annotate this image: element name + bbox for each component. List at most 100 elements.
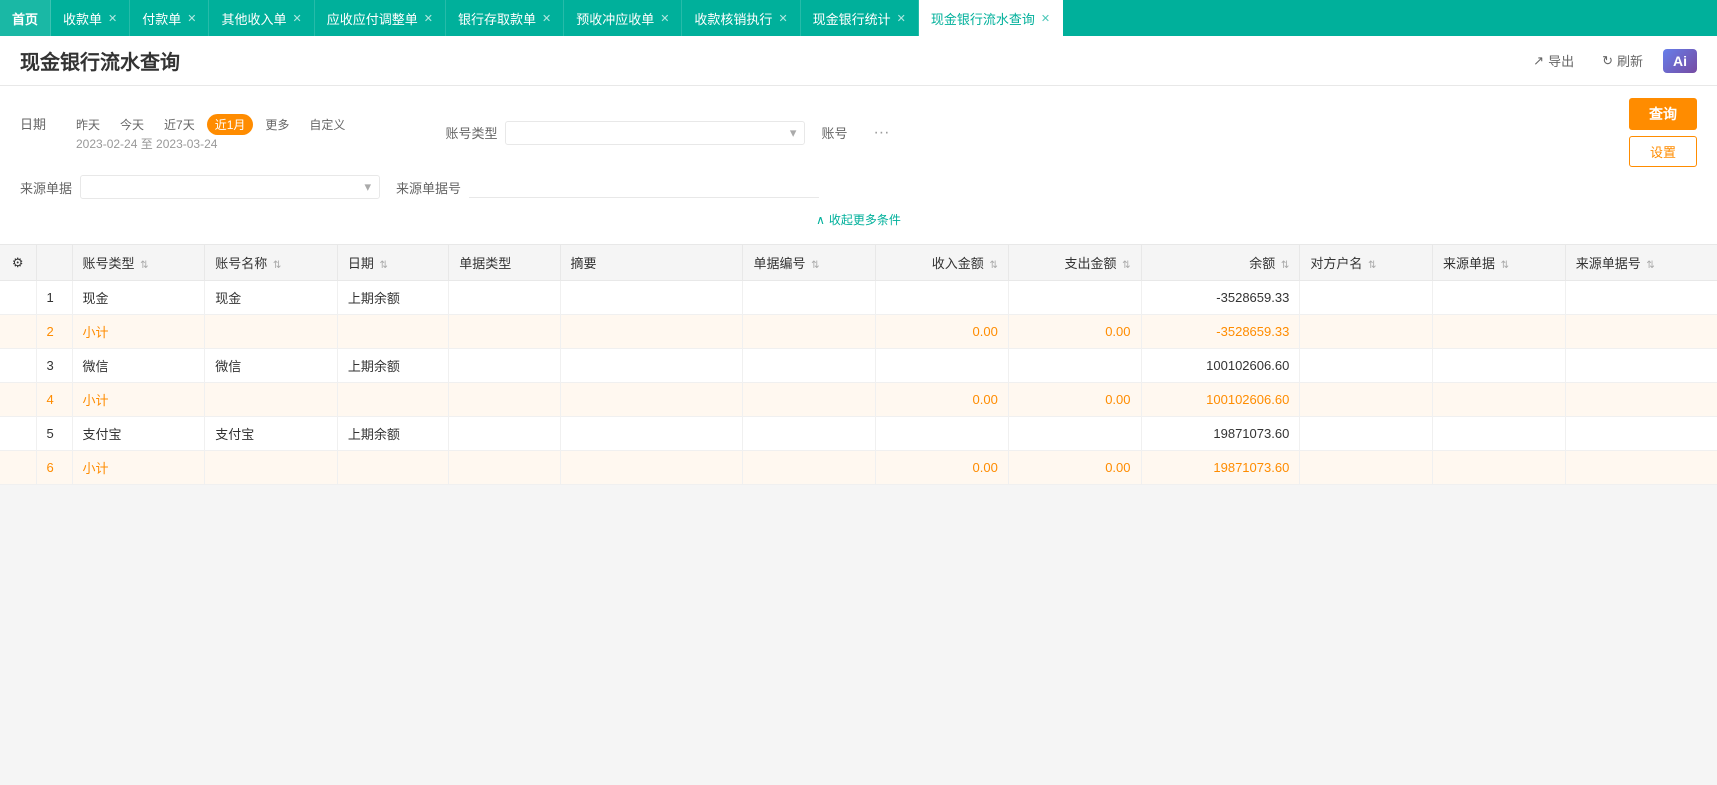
date-opt-today[interactable]: 今天 bbox=[112, 114, 152, 135]
table-cell bbox=[449, 315, 560, 349]
source-doc-select[interactable]: ▾ bbox=[80, 175, 380, 199]
table-cell bbox=[743, 417, 876, 451]
nav-tab-shoukuanhexiao-label: 收款核销执行 bbox=[694, 9, 772, 28]
th-gear[interactable]: ⚙ bbox=[0, 245, 36, 281]
table-cell bbox=[1565, 383, 1717, 417]
export-button[interactable]: ↗ 导出 bbox=[1525, 47, 1582, 74]
table-cell bbox=[0, 349, 36, 383]
nav-tab-shoukuanhexiao[interactable]: 收款核销执行 ✕ bbox=[682, 0, 800, 36]
table-cell bbox=[1300, 451, 1433, 485]
sort-icon-source-doc-no: ⇅ bbox=[1646, 260, 1654, 271]
nav-close-shoukuan[interactable]: ✕ bbox=[108, 12, 117, 25]
table-cell: 小计 bbox=[72, 451, 205, 485]
nav-close-xianjintongji[interactable]: ✕ bbox=[897, 12, 906, 25]
nav-close-yingshouyingfu[interactable]: ✕ bbox=[424, 12, 433, 25]
query-button[interactable]: 查询 bbox=[1629, 98, 1697, 130]
account-no-filter-group: 账号 ··· bbox=[821, 123, 893, 142]
table-body: 1现金现金上期余额-3528659.332小计0.000.00-3528659.… bbox=[0, 281, 1717, 485]
th-doc-no[interactable]: 单据编号 ⇅ bbox=[743, 245, 876, 281]
table-row[interactable]: 3微信微信上期余额100102606.60 bbox=[0, 349, 1717, 383]
gear-icon: ⚙ bbox=[12, 255, 24, 270]
filter-area: 日期 昨天 今天 近7天 近1月 更多 自定义 2023-02-24 至 202… bbox=[0, 86, 1717, 245]
th-summary-label: 摘要 bbox=[571, 256, 597, 271]
table-row[interactable]: 1现金现金上期余额-3528659.33 bbox=[0, 281, 1717, 315]
date-options-group: 昨天 今天 近7天 近1月 更多 自定义 2023-02-24 至 2023-0… bbox=[68, 114, 353, 152]
date-opt-custom[interactable]: 自定义 bbox=[301, 114, 353, 135]
table-cell: 0.00 bbox=[876, 383, 1009, 417]
account-no-dots[interactable]: ··· bbox=[869, 124, 893, 142]
nav-tab-yinhangcunkuan[interactable]: 银行存取款单 ✕ bbox=[446, 0, 564, 36]
sort-icon-income: ⇅ bbox=[989, 260, 997, 271]
nav-close-yinhangcunkuan[interactable]: ✕ bbox=[542, 12, 551, 25]
table-cell bbox=[560, 451, 743, 485]
nav-tab-yingshouyingfu-label: 应收应付调整单 bbox=[327, 9, 418, 28]
table-cell bbox=[560, 315, 743, 349]
nav-tab-qitashouru[interactable]: 其他收入单 ✕ bbox=[209, 0, 314, 36]
table-row[interactable]: 6小计0.000.0019871073.60 bbox=[0, 451, 1717, 485]
date-opt-1month[interactable]: 近1月 bbox=[207, 114, 254, 135]
table-cell bbox=[449, 383, 560, 417]
th-counterparty[interactable]: 对方户名 ⇅ bbox=[1300, 245, 1433, 281]
table-row[interactable]: 5支付宝支付宝上期余额19871073.60 bbox=[0, 417, 1717, 451]
table-cell bbox=[1008, 281, 1141, 315]
th-account-type[interactable]: 账号类型 ⇅ bbox=[72, 245, 205, 281]
table-row[interactable]: 2小计0.000.00-3528659.33 bbox=[0, 315, 1717, 349]
action-buttons: 查询 设置 bbox=[1629, 98, 1697, 167]
table-cell: 上期余额 bbox=[337, 417, 448, 451]
table-cell bbox=[1565, 451, 1717, 485]
account-type-chevron-icon: ▾ bbox=[790, 125, 797, 141]
table-cell bbox=[743, 451, 876, 485]
th-source-doc[interactable]: 来源单据 ⇅ bbox=[1433, 245, 1566, 281]
ai-button[interactable]: Ai bbox=[1663, 49, 1697, 73]
table-cell bbox=[1433, 281, 1566, 315]
sort-icon-doc-no: ⇅ bbox=[811, 260, 819, 271]
collapse-bar[interactable]: ∧ 收起更多条件 bbox=[20, 207, 1697, 232]
nav-close-liushui[interactable]: ✕ bbox=[1041, 12, 1050, 25]
date-opt-yesterday[interactable]: 昨天 bbox=[68, 114, 108, 135]
nav-tab-yushou[interactable]: 预收冲应收单 ✕ bbox=[564, 0, 682, 36]
th-source-doc-no[interactable]: 来源单据号 ⇅ bbox=[1565, 245, 1717, 281]
table-cell bbox=[560, 349, 743, 383]
table-container: ⚙ 账号类型 ⇅ 账号名称 ⇅ 日期 ⇅ 单据类型 bbox=[0, 245, 1717, 485]
nav-close-shoukuanhexiao[interactable]: ✕ bbox=[778, 12, 787, 25]
table-cell bbox=[743, 349, 876, 383]
table-cell: 0.00 bbox=[876, 315, 1009, 349]
nav-close-yushou[interactable]: ✕ bbox=[660, 12, 669, 25]
refresh-button[interactable]: ↻ 刷新 bbox=[1594, 47, 1651, 74]
table-cell bbox=[876, 349, 1009, 383]
table-row[interactable]: 4小计0.000.00100102606.60 bbox=[0, 383, 1717, 417]
table-cell bbox=[1300, 281, 1433, 315]
th-date[interactable]: 日期 ⇅ bbox=[337, 245, 448, 281]
source-doc-no-filter-group: 来源单据号 bbox=[396, 176, 819, 198]
nav-tab-xianjintongji[interactable]: 现金银行统计 ✕ bbox=[801, 0, 919, 36]
table-cell bbox=[449, 451, 560, 485]
nav-tab-shoukuan[interactable]: 收款单 ✕ bbox=[51, 0, 130, 36]
nav-tab-liushui[interactable]: 现金银行流水查询 ✕ bbox=[919, 0, 1063, 36]
account-type-select[interactable]: ▾ bbox=[505, 121, 805, 145]
table-cell: 0.00 bbox=[1008, 451, 1141, 485]
table-cell bbox=[1433, 383, 1566, 417]
th-account-name[interactable]: 账号名称 ⇅ bbox=[205, 245, 338, 281]
date-opt-7days[interactable]: 近7天 bbox=[156, 114, 203, 135]
table-cell bbox=[337, 315, 448, 349]
nav-tab-shoukuan-label: 收款单 bbox=[63, 9, 102, 28]
top-nav: 首页 收款单 ✕ 付款单 ✕ 其他收入单 ✕ 应收应付调整单 ✕ 银行存取款单 … bbox=[0, 0, 1717, 36]
settings-button[interactable]: 设置 bbox=[1629, 136, 1697, 167]
nav-tab-home[interactable]: 首页 bbox=[0, 0, 51, 36]
nav-tab-yingshouyingfu[interactable]: 应收应付调整单 ✕ bbox=[315, 0, 446, 36]
source-doc-no-input[interactable] bbox=[469, 176, 819, 198]
refresh-icon: ↻ bbox=[1602, 53, 1613, 69]
nav-close-fukuan[interactable]: ✕ bbox=[187, 12, 196, 25]
th-income[interactable]: 收入金额 ⇅ bbox=[876, 245, 1009, 281]
source-doc-no-label: 来源单据号 bbox=[396, 178, 461, 197]
table-cell: 现金 bbox=[72, 281, 205, 315]
date-opt-more[interactable]: 更多 bbox=[257, 114, 297, 135]
th-balance[interactable]: 余额 ⇅ bbox=[1141, 245, 1300, 281]
th-expense[interactable]: 支出金额 ⇅ bbox=[1008, 245, 1141, 281]
table-cell bbox=[449, 417, 560, 451]
nav-close-qitashouru[interactable]: ✕ bbox=[293, 12, 302, 25]
table-cell: 0.00 bbox=[1008, 383, 1141, 417]
table-cell: 100102606.60 bbox=[1141, 349, 1300, 383]
th-balance-label: 余额 bbox=[1249, 256, 1275, 271]
nav-tab-fukuan[interactable]: 付款单 ✕ bbox=[130, 0, 209, 36]
